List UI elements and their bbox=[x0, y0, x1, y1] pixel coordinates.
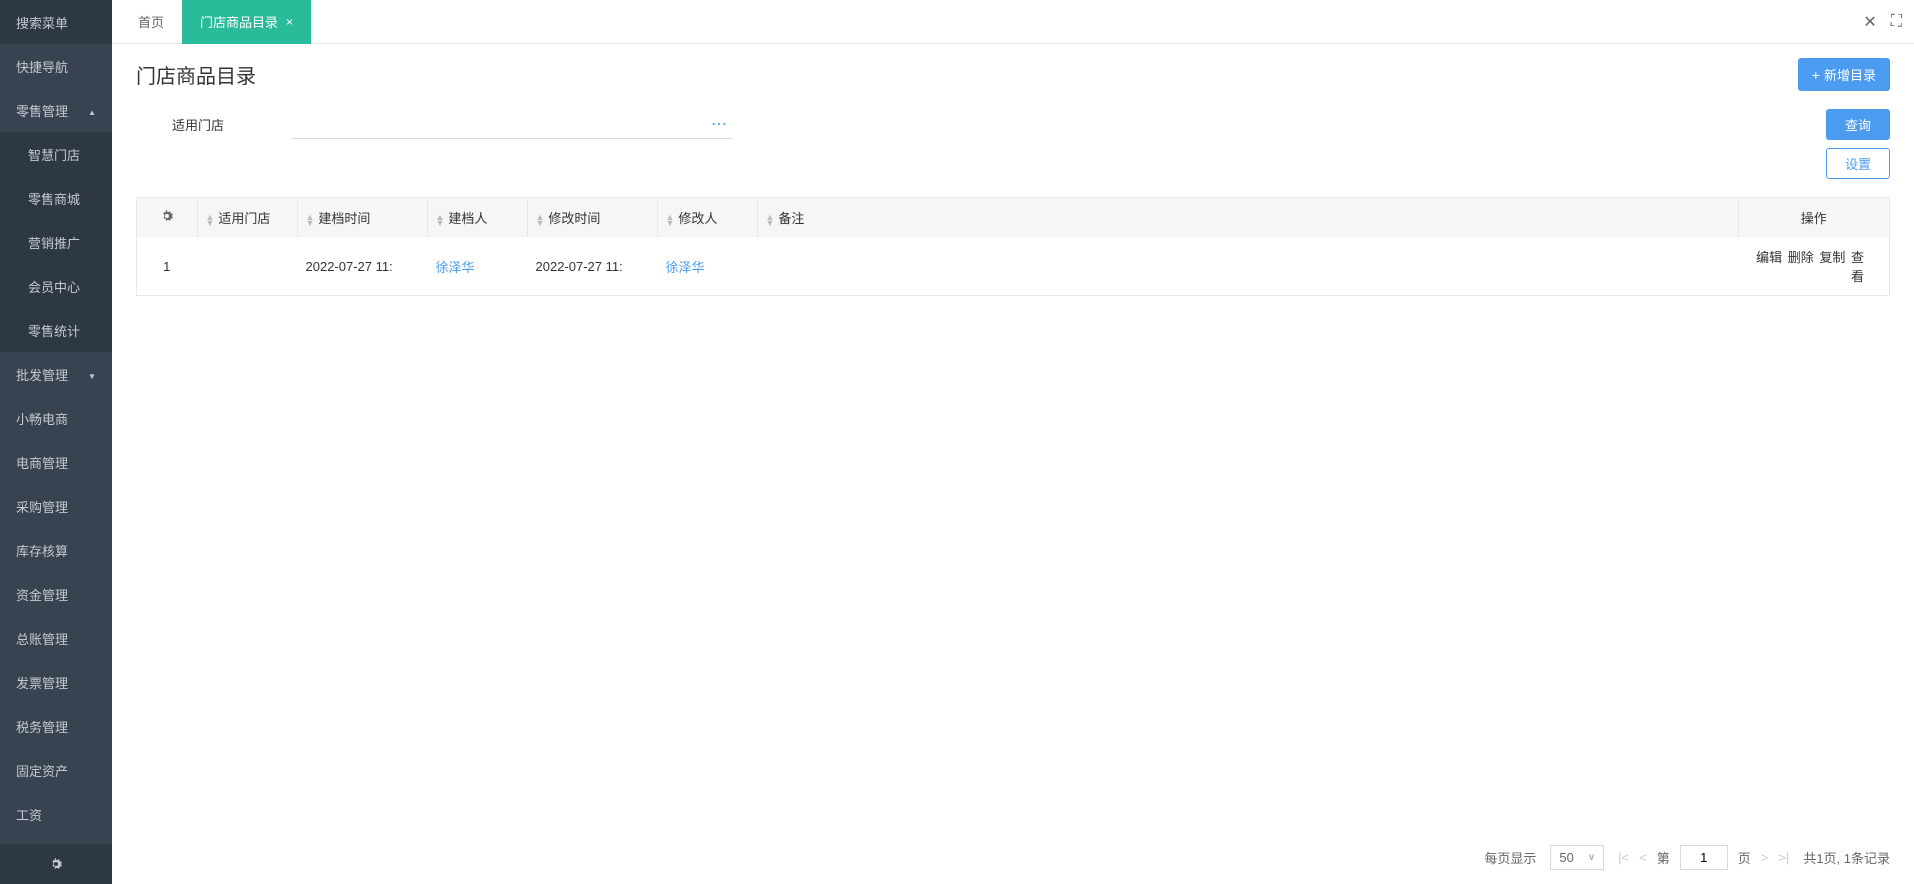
sort-icon: ▲▼ bbox=[306, 214, 315, 226]
next-page-button[interactable]: > bbox=[1761, 850, 1769, 865]
sort-icon: ▲▼ bbox=[436, 214, 445, 226]
per-page-label: 每页显示 bbox=[1484, 848, 1536, 867]
chevron-down-icon: ∨ bbox=[1588, 852, 1595, 863]
sidebar-funds[interactable]: 资金管理 bbox=[0, 572, 112, 616]
table-container: ▲▼适用门店 ▲▼建档时间 ▲▼建档人 ▲▼修改时间 ▲▼修改人 ▲▼备注 操作… bbox=[136, 197, 1890, 296]
cell-modify-time: 2022-07-27 11: bbox=[527, 237, 657, 295]
tab-bar: 首页 门店商品目录 × ✕ ⛶ bbox=[112, 0, 1914, 44]
col-creator[interactable]: ▲▼建档人 bbox=[427, 198, 527, 237]
edit-link[interactable]: 编辑 bbox=[1756, 250, 1782, 265]
modifier-link[interactable]: 徐泽华 bbox=[666, 260, 705, 275]
sidebar-wholesale[interactable]: 批发管理 bbox=[0, 352, 112, 396]
chevron-down-icon bbox=[82, 367, 96, 382]
sidebar-sub-marketing[interactable]: 营销推广 bbox=[0, 220, 112, 264]
pagination: 每页显示 50 ∨ |< < 第 页 > >| 共1页, 1条记录 bbox=[1484, 845, 1890, 870]
sidebar-tax[interactable]: 税务管理 bbox=[0, 704, 112, 748]
page-suffix: 页 bbox=[1738, 848, 1751, 867]
close-all-icon[interactable]: ✕ bbox=[1863, 12, 1876, 32]
sidebar-xiaochang[interactable]: 小畅电商 bbox=[0, 396, 112, 440]
sidebar-sub-smart-store[interactable]: 智慧门店 bbox=[0, 132, 112, 176]
catalog-table: ▲▼适用门店 ▲▼建档时间 ▲▼建档人 ▲▼修改时间 ▲▼修改人 ▲▼备注 操作… bbox=[137, 198, 1889, 295]
sidebar-purchase[interactable]: 采购管理 bbox=[0, 484, 112, 528]
filter-store-input[interactable] bbox=[292, 116, 707, 131]
page-header: 门店商品目录 + 新增目录 bbox=[112, 44, 1914, 103]
col-modifier[interactable]: ▲▼修改人 bbox=[657, 198, 757, 237]
last-page-button[interactable]: >| bbox=[1778, 850, 1789, 865]
gear-icon bbox=[48, 856, 64, 872]
add-catalog-button[interactable]: + 新增目录 bbox=[1798, 58, 1890, 91]
more-icon[interactable]: ⋯ bbox=[707, 114, 732, 134]
tab-home[interactable]: 首页 bbox=[120, 0, 182, 44]
cell-remark bbox=[757, 237, 1739, 295]
close-icon[interactable]: × bbox=[286, 15, 293, 29]
sidebar-sub-retail-mall[interactable]: 零售商城 bbox=[0, 176, 112, 220]
page-title: 门店商品目录 bbox=[136, 60, 256, 89]
cell-create-time: 2022-07-27 11: bbox=[297, 237, 427, 295]
sidebar-sub-retail-stats[interactable]: 零售统计 bbox=[0, 308, 112, 352]
tab-store-catalog[interactable]: 门店商品目录 × bbox=[182, 0, 311, 44]
sidebar-invoice[interactable]: 发票管理 bbox=[0, 660, 112, 704]
sidebar-sub-member[interactable]: 会员中心 bbox=[0, 264, 112, 308]
query-button[interactable]: 查询 bbox=[1826, 109, 1890, 140]
sidebar-settings-button[interactable] bbox=[0, 844, 112, 884]
page-input[interactable] bbox=[1680, 845, 1728, 870]
creator-link[interactable]: 徐泽华 bbox=[436, 260, 475, 275]
row-number: 1 bbox=[137, 237, 197, 295]
sidebar-fixed-assets[interactable]: 固定资产 bbox=[0, 748, 112, 792]
col-modify-time[interactable]: ▲▼修改时间 bbox=[527, 198, 657, 237]
delete-link[interactable]: 删除 bbox=[1788, 250, 1814, 265]
main-content: 首页 门店商品目录 × ✕ ⛶ 门店商品目录 + 新增目录 适用门店 ⋯ bbox=[112, 0, 1914, 884]
sidebar-inventory[interactable]: 库存核算 bbox=[0, 528, 112, 572]
copy-link[interactable]: 复制 bbox=[1819, 250, 1845, 265]
sidebar-gl[interactable]: 总账管理 bbox=[0, 616, 112, 660]
prev-page-button[interactable]: < bbox=[1639, 850, 1647, 865]
cell-creator: 徐泽华 bbox=[427, 237, 527, 295]
col-store[interactable]: ▲▼适用门店 bbox=[197, 198, 297, 237]
gear-icon bbox=[159, 208, 175, 224]
plus-icon: + bbox=[1812, 67, 1820, 83]
sidebar: 搜索菜单 快捷导航 零售管理 智慧门店 零售商城 营销推广 会员中心 零售统计 … bbox=[0, 0, 112, 884]
sort-icon: ▲▼ bbox=[666, 214, 675, 226]
setting-button[interactable]: 设置 bbox=[1826, 148, 1890, 179]
col-settings[interactable] bbox=[137, 198, 197, 237]
cell-actions: 编辑 删除 复制 查看 bbox=[1739, 237, 1889, 295]
filter-row: 适用门店 ⋯ 查询 设置 bbox=[112, 103, 1914, 197]
per-page-select[interactable]: 50 ∨ bbox=[1550, 845, 1604, 870]
view-link[interactable]: 查看 bbox=[1851, 250, 1864, 284]
page-prefix: 第 bbox=[1657, 848, 1670, 867]
sort-icon: ▲▼ bbox=[206, 214, 215, 226]
col-remark[interactable]: ▲▼备注 bbox=[757, 198, 1739, 237]
cell-modifier: 徐泽华 bbox=[657, 237, 757, 295]
col-create-time[interactable]: ▲▼建档时间 bbox=[297, 198, 427, 237]
sort-icon: ▲▼ bbox=[766, 214, 775, 226]
col-ops: 操作 bbox=[1739, 198, 1889, 237]
pagination-summary: 共1页, 1条记录 bbox=[1803, 848, 1890, 867]
sidebar-retail-mgmt[interactable]: 零售管理 bbox=[0, 88, 112, 132]
sidebar-salary[interactable]: 工资 bbox=[0, 792, 112, 836]
sidebar-quick-nav[interactable]: 快捷导航 bbox=[0, 44, 112, 88]
fullscreen-icon[interactable]: ⛶ bbox=[1891, 13, 1902, 31]
filter-store-label: 适用门店 bbox=[172, 109, 292, 134]
sidebar-ecommerce[interactable]: 电商管理 bbox=[0, 440, 112, 484]
table-row[interactable]: 1 2022-07-27 11: 徐泽华 2022-07-27 11: 徐泽华 … bbox=[137, 237, 1889, 295]
sidebar-search-menu[interactable]: 搜索菜单 bbox=[0, 0, 112, 44]
first-page-button[interactable]: |< bbox=[1618, 850, 1629, 865]
chevron-up-icon bbox=[82, 103, 96, 118]
sort-icon: ▲▼ bbox=[536, 214, 545, 226]
cell-store bbox=[197, 237, 297, 295]
